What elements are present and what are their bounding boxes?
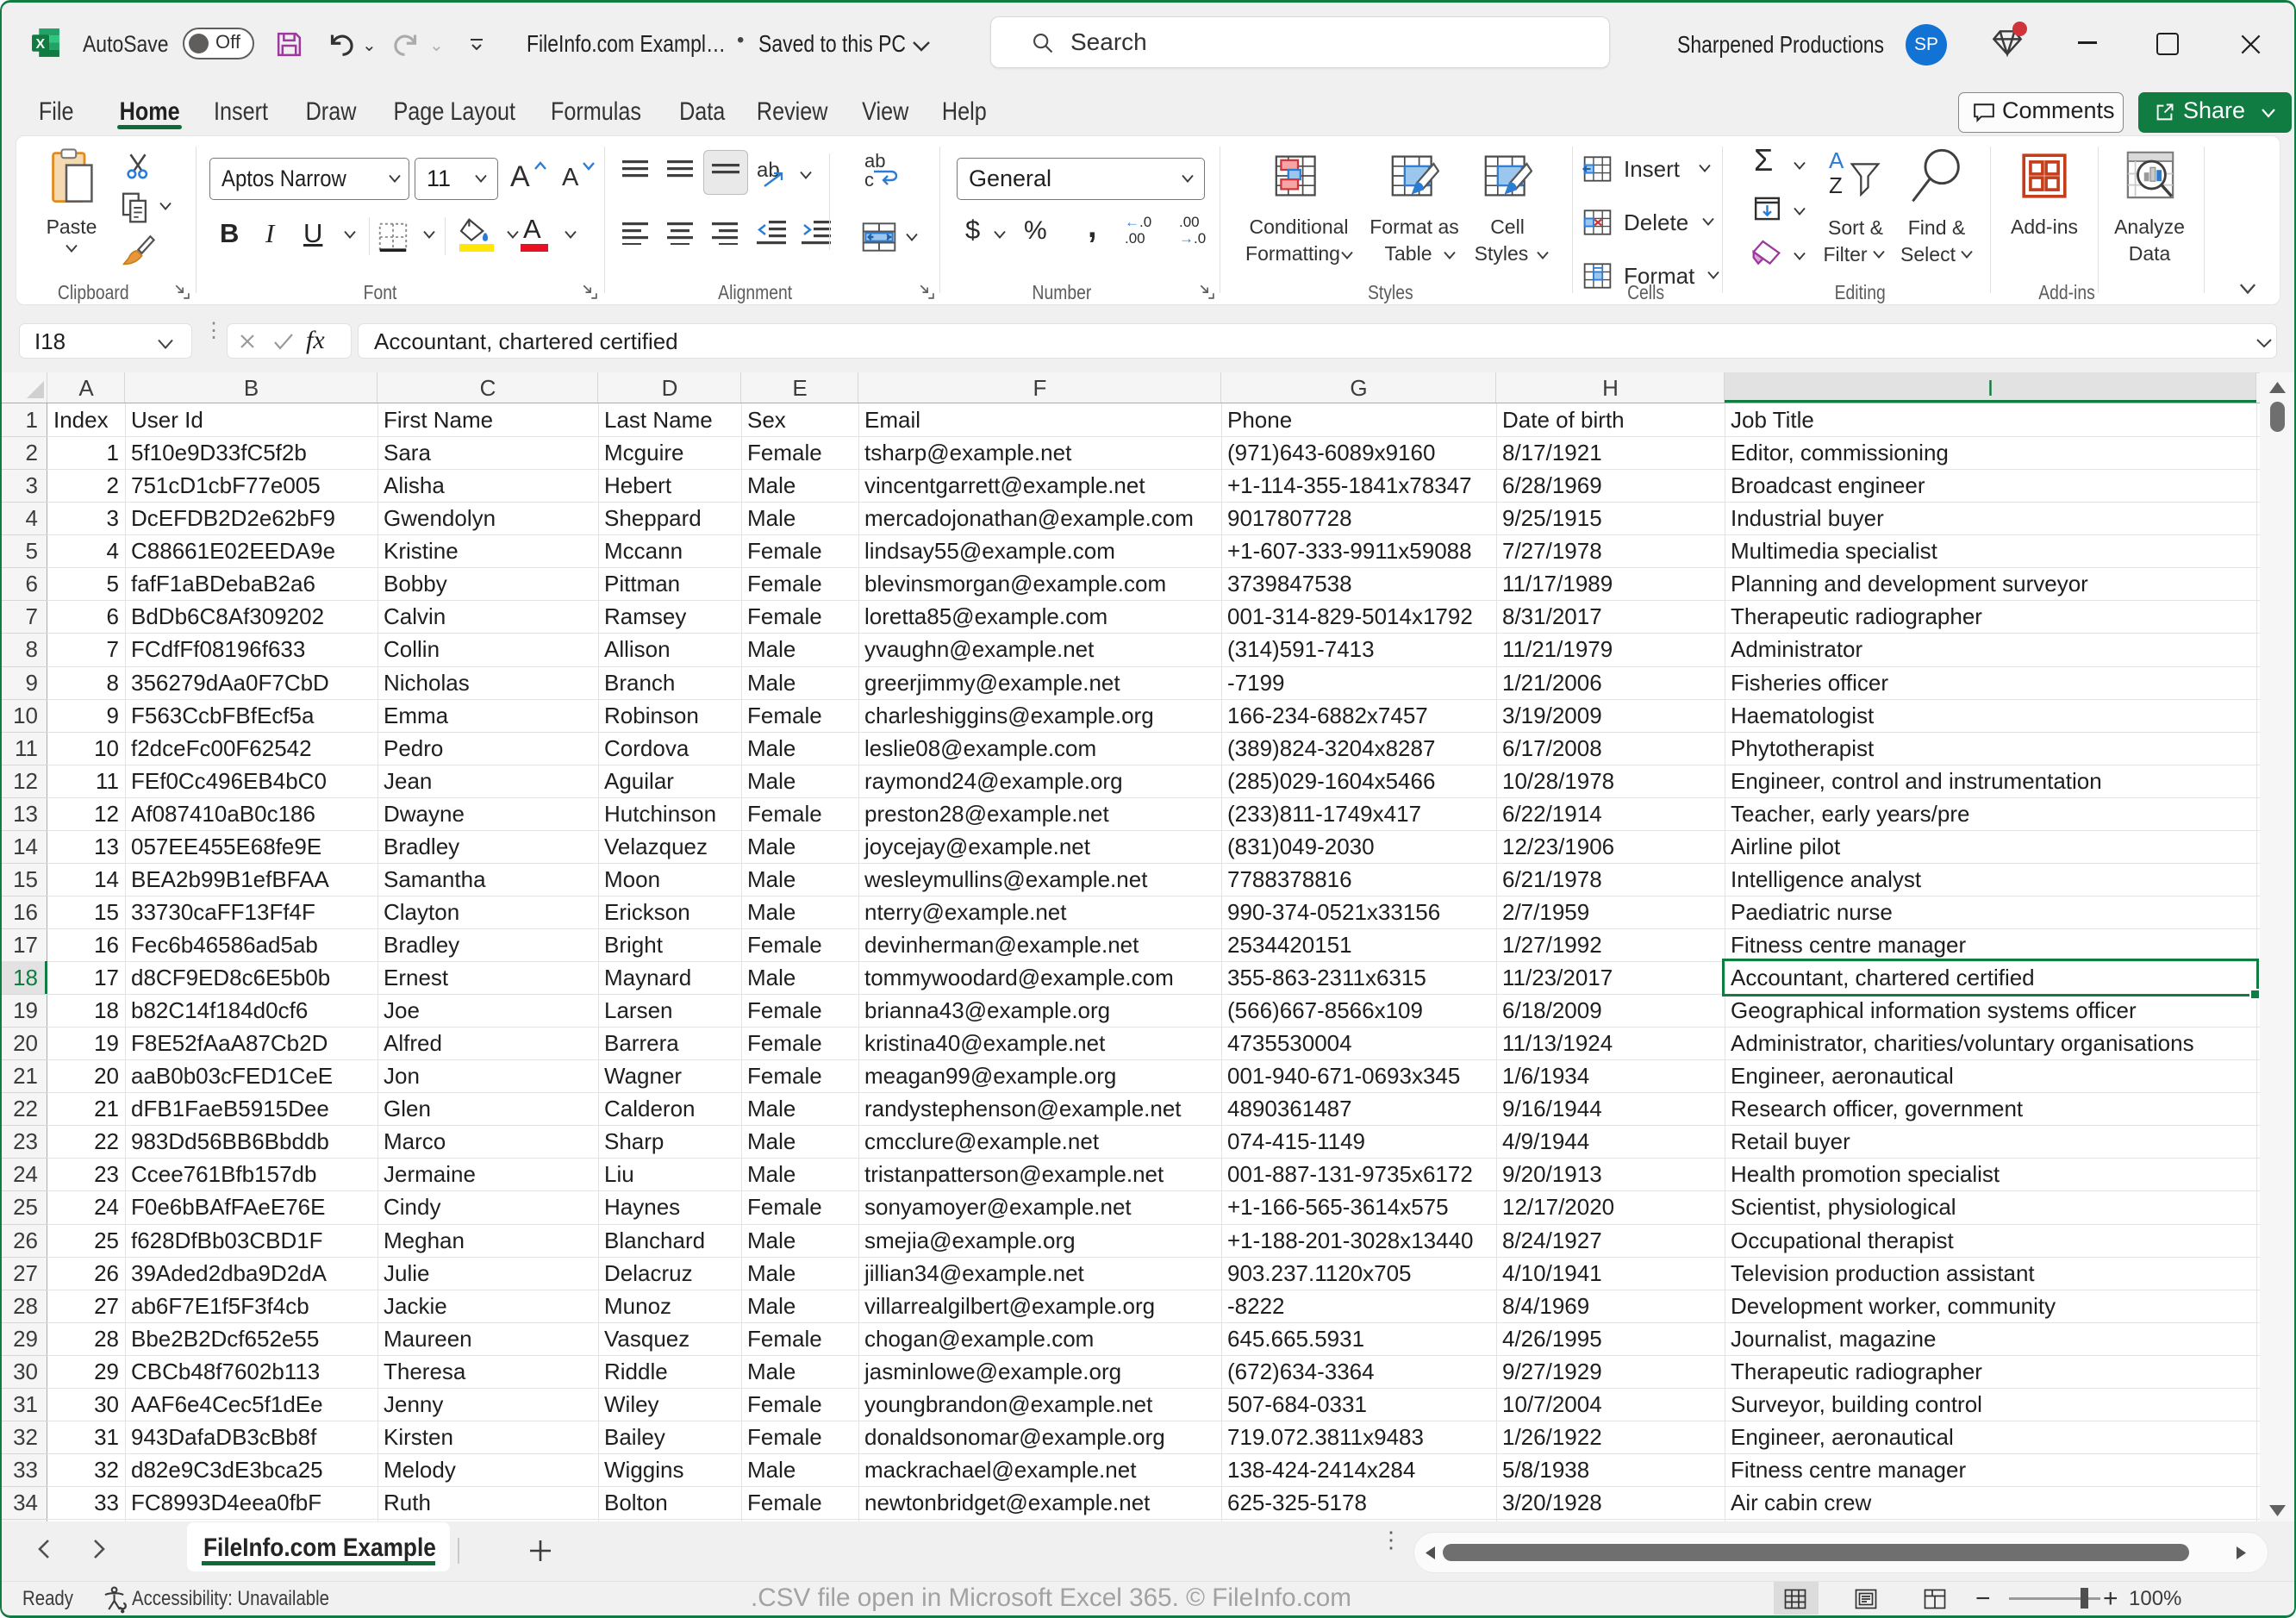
svg-text:X: X: [35, 37, 45, 52]
